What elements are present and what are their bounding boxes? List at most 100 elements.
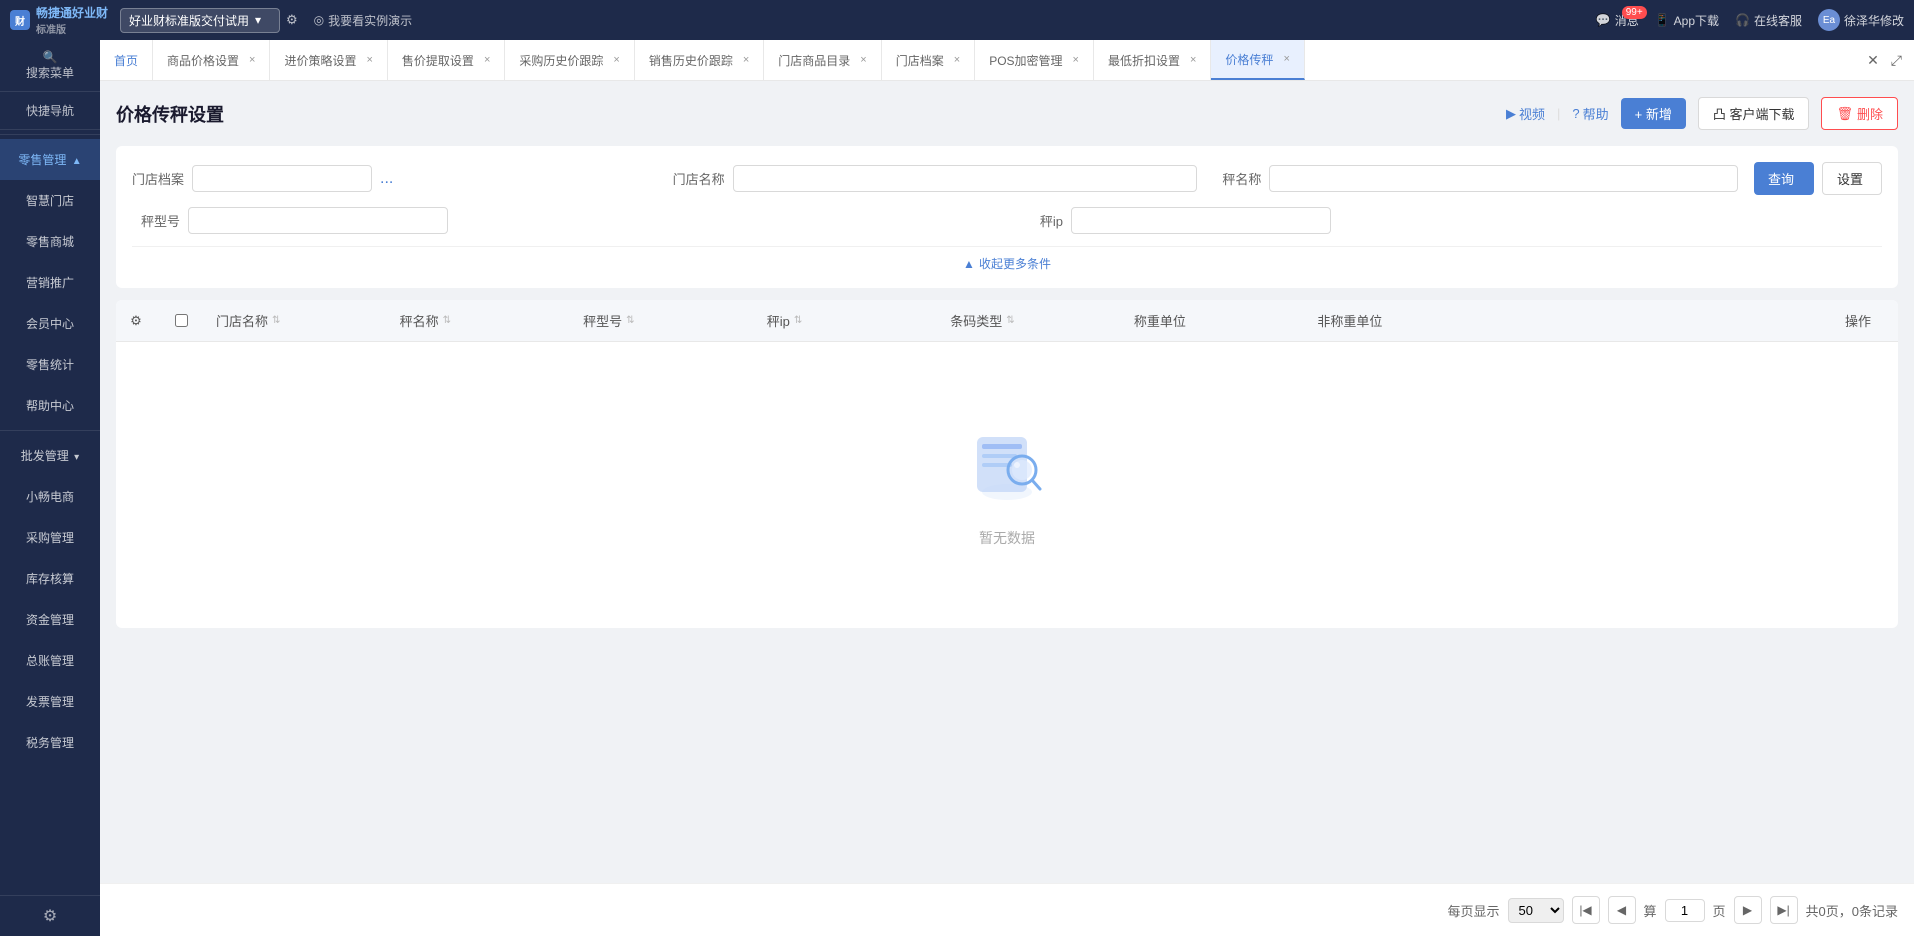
sort-icon-scale-model[interactable]: ⇅ <box>626 315 634 326</box>
page-header: 价格传秤设置 ▶ 视频 | ? 帮助 + 新增 凸 客户端下载 <box>116 97 1898 130</box>
help-link[interactable]: ? 帮助 <box>1572 104 1608 123</box>
tab-close-purchase-history[interactable]: × <box>613 54 619 66</box>
chevron-down-icon: ▾ <box>74 452 79 463</box>
settings-icon[interactable]: ⚙ <box>0 906 100 926</box>
trash-icon: 🗑 <box>1836 106 1853 122</box>
tab-close-sale-history[interactable]: × <box>743 54 749 66</box>
logo-icon: 财 <box>10 10 30 30</box>
demo-link[interactable]: ◎ 我要看实例演示 <box>314 12 413 29</box>
col-checkbox[interactable] <box>156 314 206 327</box>
select-all-checkbox[interactable] <box>175 314 188 327</box>
tab-close-sale-price[interactable]: × <box>484 54 490 66</box>
top-bar-right: 💬 消息 99+ 📱 App下载 🎧 在线客服 Ea 徐泽华修改 <box>1596 9 1904 31</box>
tab-purchase-history[interactable]: 采购历史价跟踪 × <box>505 40 634 80</box>
page-header-right: ▶ 视频 | ? 帮助 + 新增 凸 客户端下载 🗑 <box>1506 97 1898 130</box>
gear-icon[interactable]: ⚙ <box>286 12 298 28</box>
tab-goods-price[interactable]: 商品价格设置 × <box>153 40 270 80</box>
tab-close-store-catalog[interactable]: × <box>860 54 866 66</box>
sidebar-item-retail-mgmt[interactable]: 零售管理 ▲ <box>0 139 100 180</box>
store-file-input[interactable] <box>192 165 372 192</box>
sidebar-item-wholesale-mgmt[interactable]: 批发管理 ▾ <box>0 435 100 476</box>
scale-model-input[interactable] <box>188 207 448 234</box>
tab-close-store-file[interactable]: × <box>954 54 960 66</box>
sidebar-search[interactable]: 🔍 搜索菜单 <box>0 40 100 92</box>
collapse-btn[interactable]: ▲ 收起更多条件 <box>132 246 1882 272</box>
filter-store-file: 门店档案 ... <box>132 165 657 192</box>
sidebar-item-ledger-mgmt[interactable]: 总账管理 <box>0 640 100 681</box>
sidebar-item-retail-mall[interactable]: 零售商城 <box>0 221 100 262</box>
main-layout: 🔍 搜索菜单 快捷导航 零售管理 ▲ 智慧门店 零售商城 营销推广 会员中心 零… <box>0 40 1914 936</box>
tab-close-min-discount[interactable]: × <box>1190 54 1196 66</box>
scale-model-label: 秤型号 <box>132 211 180 230</box>
sort-icon-store-name[interactable]: ⇅ <box>272 315 280 326</box>
sort-icon-scale-ip[interactable]: ⇅ <box>794 315 802 326</box>
sidebar-item-smart-store[interactable]: 智慧门店 <box>0 180 100 221</box>
filter-scale-name: 秤名称 <box>1213 165 1738 192</box>
next-page-btn[interactable]: ▶ <box>1734 896 1762 924</box>
user-menu[interactable]: Ea 徐泽华修改 <box>1818 9 1904 31</box>
version-selector[interactable]: 好业财标准版交付试用 ▾ <box>120 8 280 33</box>
tab-expand-btn[interactable]: ⤢ <box>1887 48 1906 73</box>
total-info: 共0页，0条记录 <box>1806 901 1898 920</box>
page-suffix: 页 <box>1713 901 1726 920</box>
tab-close-btn[interactable]: ✕ <box>1863 48 1883 73</box>
query-button[interactable]: 查询 <box>1754 162 1814 195</box>
per-page-select[interactable]: 50 20 100 <box>1508 898 1564 923</box>
first-page-btn[interactable]: |◀ <box>1572 896 1600 924</box>
tab-sale-history[interactable]: 销售历史价跟踪 × <box>635 40 764 80</box>
demo-icon: ◎ <box>314 13 324 27</box>
collapse-up-icon: ▲ <box>963 257 975 271</box>
scale-ip-label: 秤ip <box>1015 211 1063 230</box>
scale-ip-input[interactable] <box>1071 207 1331 234</box>
tab-close-pos-manage[interactable]: × <box>1073 54 1079 66</box>
sidebar-item-member-center[interactable]: 会员中心 <box>0 303 100 344</box>
col-scale-ip: 秤ip ⇅ <box>757 311 941 330</box>
top-bar: 财 畅捷通好业财 标准版 好业财标准版交付试用 ▾ ⚙ ◎ 我要看实例演示 💬 … <box>0 0 1914 40</box>
tab-close-purchase-strategy[interactable]: × <box>366 54 372 66</box>
scale-name-input[interactable] <box>1269 165 1738 192</box>
app-download-btn[interactable]: 📱 App下载 <box>1655 12 1719 29</box>
sort-icon-scale-name[interactable]: ⇅ <box>443 315 451 326</box>
sort-icon-barcode-type[interactable]: ⇅ <box>1006 315 1014 326</box>
download-button[interactable]: 凸 客户端下载 <box>1698 97 1810 130</box>
video-link[interactable]: ▶ 视频 <box>1506 104 1545 123</box>
sidebar-item-invoice-mgmt[interactable]: 发票管理 <box>0 681 100 722</box>
tab-store-file[interactable]: 门店档案 × <box>882 40 975 80</box>
page-label: 算 <box>1644 901 1657 920</box>
tab-close-price-scale[interactable]: × <box>1283 53 1289 65</box>
ellipsis-icon[interactable]: ... <box>380 170 393 188</box>
sidebar-quick-nav[interactable]: 快捷导航 <box>0 92 100 130</box>
sidebar-item-purchase-mgmt[interactable]: 采购管理 <box>0 517 100 558</box>
tab-pos-manage[interactable]: POS加密管理 × <box>975 40 1094 80</box>
add-button[interactable]: + 新增 <box>1621 98 1686 129</box>
tab-close-goods-price[interactable]: × <box>249 54 255 66</box>
store-name-input[interactable] <box>733 165 1198 192</box>
message-btn[interactable]: 💬 消息 99+ <box>1596 12 1639 29</box>
prev-page-btn[interactable]: ◀ <box>1608 896 1636 924</box>
page-input[interactable] <box>1665 899 1705 922</box>
sidebar-item-small-ecommerce[interactable]: 小畅电商 <box>0 476 100 517</box>
sidebar-item-retail-stats[interactable]: 零售统计 <box>0 344 100 385</box>
sidebar-item-tax-mgmt[interactable]: 税务管理 <box>0 722 100 763</box>
tab-home[interactable]: 首页 <box>100 40 153 80</box>
tab-sale-price[interactable]: 售价提取设置 × <box>388 40 505 80</box>
tab-purchase-strategy[interactable]: 进价策略设置 × <box>270 40 387 80</box>
sidebar-item-marketing[interactable]: 营销推广 <box>0 262 100 303</box>
message-icon: 💬 <box>1596 13 1611 27</box>
table-section: ⚙ 门店名称 ⇅ 秤名称 ⇅ 秤型号 ⇅ <box>116 300 1898 628</box>
online-service-btn[interactable]: 🎧 在线客服 <box>1735 12 1802 29</box>
sidebar-item-inventory[interactable]: 库存核算 <box>0 558 100 599</box>
col-settings[interactable]: ⚙ <box>116 313 156 329</box>
sidebar-item-help-center[interactable]: 帮助中心 <box>0 385 100 426</box>
tab-price-scale[interactable]: 价格传秤 × <box>1211 40 1304 80</box>
last-page-btn[interactable]: ▶| <box>1770 896 1798 924</box>
app-logo: 财 畅捷通好业财 标准版 <box>10 4 110 36</box>
tab-min-discount[interactable]: 最低折扣设置 × <box>1094 40 1211 80</box>
pagination: 每页显示 50 20 100 |◀ ◀ 算 页 ▶ ▶| 共0页，0条记录 <box>100 883 1914 936</box>
sidebar-item-capital-mgmt[interactable]: 资金管理 <box>0 599 100 640</box>
app-name: 畅捷通好业财 标准版 <box>36 4 108 36</box>
set-button[interactable]: 设置 <box>1822 162 1882 195</box>
page-title: 价格传秤设置 <box>116 101 224 127</box>
tab-store-catalog[interactable]: 门店商品目录 × <box>764 40 881 80</box>
delete-button[interactable]: 🗑 删除 <box>1821 97 1898 130</box>
